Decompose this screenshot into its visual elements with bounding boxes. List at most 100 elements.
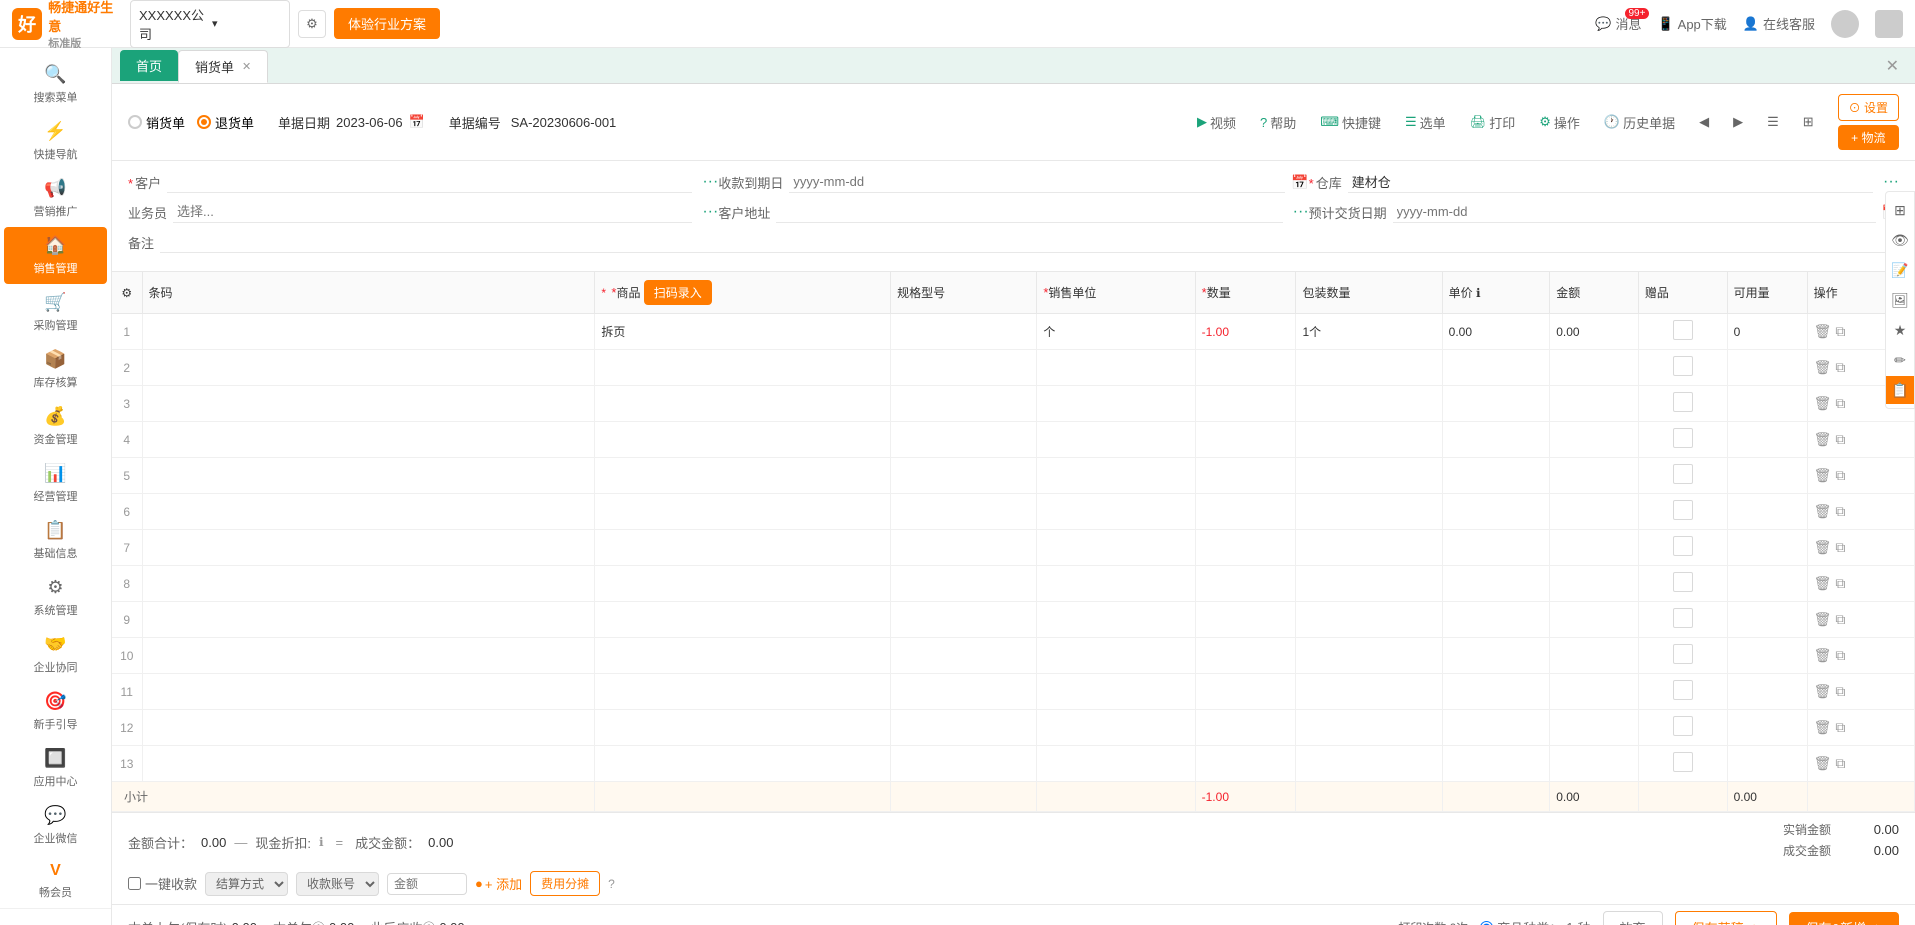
row-product-13[interactable] xyxy=(595,746,891,782)
row-product-8[interactable] xyxy=(595,566,891,602)
row-quantity-8[interactable] xyxy=(1195,566,1296,602)
row-barcode-6[interactable] xyxy=(142,494,595,530)
row-product-10[interactable] xyxy=(595,638,891,674)
gift-checkbox-11[interactable] xyxy=(1673,680,1693,700)
delete-row-icon-3[interactable]: 🗑 xyxy=(1814,395,1832,412)
delete-row-icon-7[interactable]: 🗑 xyxy=(1814,539,1832,556)
row-gift-2[interactable] xyxy=(1638,350,1727,386)
row-barcode-4[interactable] xyxy=(142,422,595,458)
add-payment-btn[interactable]: ● + 添加 xyxy=(475,874,522,893)
row-product-1[interactable]: 拆页 xyxy=(595,314,891,350)
row-barcode-9[interactable] xyxy=(142,602,595,638)
payment-amount-input[interactable] xyxy=(387,873,467,895)
delete-row-icon-13[interactable]: 🗑 xyxy=(1814,755,1832,772)
settings-icon[interactable]: ⚙ xyxy=(298,10,326,38)
row-gift-11[interactable] xyxy=(1638,674,1727,710)
delete-row-icon-10[interactable]: 🗑 xyxy=(1814,647,1832,664)
row-spec-3[interactable] xyxy=(891,386,1037,422)
row-quantity-11[interactable] xyxy=(1195,674,1296,710)
delete-row-icon-12[interactable]: 🗑 xyxy=(1814,719,1832,736)
salesperson-dots[interactable]: ··· xyxy=(702,203,718,221)
tab-home[interactable]: 首页 xyxy=(120,50,178,81)
row-spec-9[interactable] xyxy=(891,602,1037,638)
delete-row-icon-4[interactable]: 🗑 xyxy=(1814,431,1832,448)
row-gift-13[interactable] xyxy=(1638,746,1727,782)
sidebar-item-system[interactable]: ⚙ 系统管理 xyxy=(4,569,107,626)
row-barcode-1[interactable] xyxy=(142,314,595,350)
row-barcode-11[interactable] xyxy=(142,674,595,710)
one-click-payment[interactable]: 一键收款 xyxy=(128,874,197,893)
copy-row-icon-4[interactable]: ⧉ xyxy=(1835,431,1845,448)
select-btn[interactable]: ☰ 选单 xyxy=(1397,110,1454,135)
row-barcode-5[interactable] xyxy=(142,458,595,494)
gift-checkbox-8[interactable] xyxy=(1673,572,1693,592)
row-quantity-1[interactable]: -1.00 xyxy=(1195,314,1296,350)
expected-delivery-input[interactable] xyxy=(1393,201,1876,223)
settlement-method-select[interactable]: 结算方式 xyxy=(205,872,288,896)
account-select[interactable]: 收款账号 xyxy=(296,872,379,896)
sidebar-item-newbie[interactable]: 🎯 新手引导 xyxy=(4,683,107,740)
row-gift-1[interactable] xyxy=(1638,314,1727,350)
gift-checkbox-4[interactable] xyxy=(1673,428,1693,448)
gift-checkbox-9[interactable] xyxy=(1673,608,1693,628)
delete-row-icon-9[interactable]: 🗑 xyxy=(1814,611,1832,628)
row-unit-price-12[interactable] xyxy=(1442,710,1550,746)
copy-row-icon-10[interactable]: ⧉ xyxy=(1835,647,1845,664)
row-product-5[interactable] xyxy=(595,458,891,494)
row-quantity-4[interactable] xyxy=(1195,422,1296,458)
row-quantity-5[interactable] xyxy=(1195,458,1296,494)
gift-checkbox-1[interactable] xyxy=(1673,320,1693,340)
row-unit-price-13[interactable] xyxy=(1442,746,1550,782)
warehouse-dots[interactable]: ··· xyxy=(1883,173,1899,191)
row-gift-6[interactable] xyxy=(1638,494,1727,530)
save-draft-button[interactable]: 保存草稿 ▲ xyxy=(1675,911,1778,925)
row-barcode-2[interactable] xyxy=(142,350,595,386)
gift-checkbox-3[interactable] xyxy=(1673,392,1693,412)
row-spec-5[interactable] xyxy=(891,458,1037,494)
row-gift-9[interactable] xyxy=(1638,602,1727,638)
row-spec-1[interactable] xyxy=(891,314,1037,350)
warehouse-input[interactable] xyxy=(1348,171,1873,193)
copy-row-icon-1[interactable]: ⧉ xyxy=(1835,323,1845,340)
row-spec-11[interactable] xyxy=(891,674,1037,710)
customer-dots[interactable]: ··· xyxy=(702,173,718,191)
row-spec-6[interactable] xyxy=(891,494,1037,530)
sidebar-item-appstore[interactable]: 🔲 应用中心 xyxy=(4,740,107,797)
sidebar-gear-btn[interactable]: ⚙ xyxy=(4,917,107,925)
calendar-icon[interactable]: 📅 xyxy=(409,114,425,130)
row-gift-5[interactable] xyxy=(1638,458,1727,494)
row-quantity-2[interactable] xyxy=(1195,350,1296,386)
row-unit-price-11[interactable] xyxy=(1442,674,1550,710)
row-quantity-12[interactable] xyxy=(1195,710,1296,746)
delete-row-icon-5[interactable]: 🗑 xyxy=(1814,467,1832,484)
copy-row-icon-12[interactable]: ⧉ xyxy=(1835,719,1845,736)
avatar[interactable] xyxy=(1831,10,1859,38)
row-spec-7[interactable] xyxy=(891,530,1037,566)
sidebar-item-quick-nav[interactable]: ⚡ 快捷导航 xyxy=(4,113,107,170)
sidebar-item-marketing[interactable]: 📢 营销推广 xyxy=(4,170,107,227)
row-barcode-13[interactable] xyxy=(142,746,595,782)
copy-row-icon-8[interactable]: ⧉ xyxy=(1835,575,1845,592)
copy-row-icon-9[interactable]: ⧉ xyxy=(1835,611,1845,628)
row-spec-12[interactable] xyxy=(891,710,1037,746)
sidebar-item-inventory[interactable]: 📦 库存核算 xyxy=(4,341,107,398)
row-unit-price-3[interactable] xyxy=(1442,386,1550,422)
logistics-button[interactable]: + 物流 xyxy=(1838,125,1899,150)
right-tool-expand[interactable]: ⊞ xyxy=(1886,196,1914,224)
copy-row-icon-7[interactable]: ⧉ xyxy=(1835,539,1845,556)
close-tab-icon[interactable]: ✕ xyxy=(242,60,251,73)
right-tool-edit[interactable]: ✏ xyxy=(1886,346,1914,374)
row-barcode-8[interactable] xyxy=(142,566,595,602)
row-product-6[interactable] xyxy=(595,494,891,530)
copy-row-icon-13[interactable]: ⧉ xyxy=(1835,755,1845,772)
sidebar-item-sales[interactable]: 🏠 销售管理 xyxy=(4,227,107,284)
customer-addr-input[interactable] xyxy=(776,201,1282,223)
user-settings-icon[interactable] xyxy=(1875,10,1903,38)
nav-next-btn[interactable]: ▶ xyxy=(1725,111,1751,133)
row-barcode-10[interactable] xyxy=(142,638,595,674)
row-unit-price-2[interactable] xyxy=(1442,350,1550,386)
row-unit-price-9[interactable] xyxy=(1442,602,1550,638)
customer-addr-dots[interactable]: ··· xyxy=(1293,203,1309,221)
row-barcode-3[interactable] xyxy=(142,386,595,422)
row-quantity-13[interactable] xyxy=(1195,746,1296,782)
